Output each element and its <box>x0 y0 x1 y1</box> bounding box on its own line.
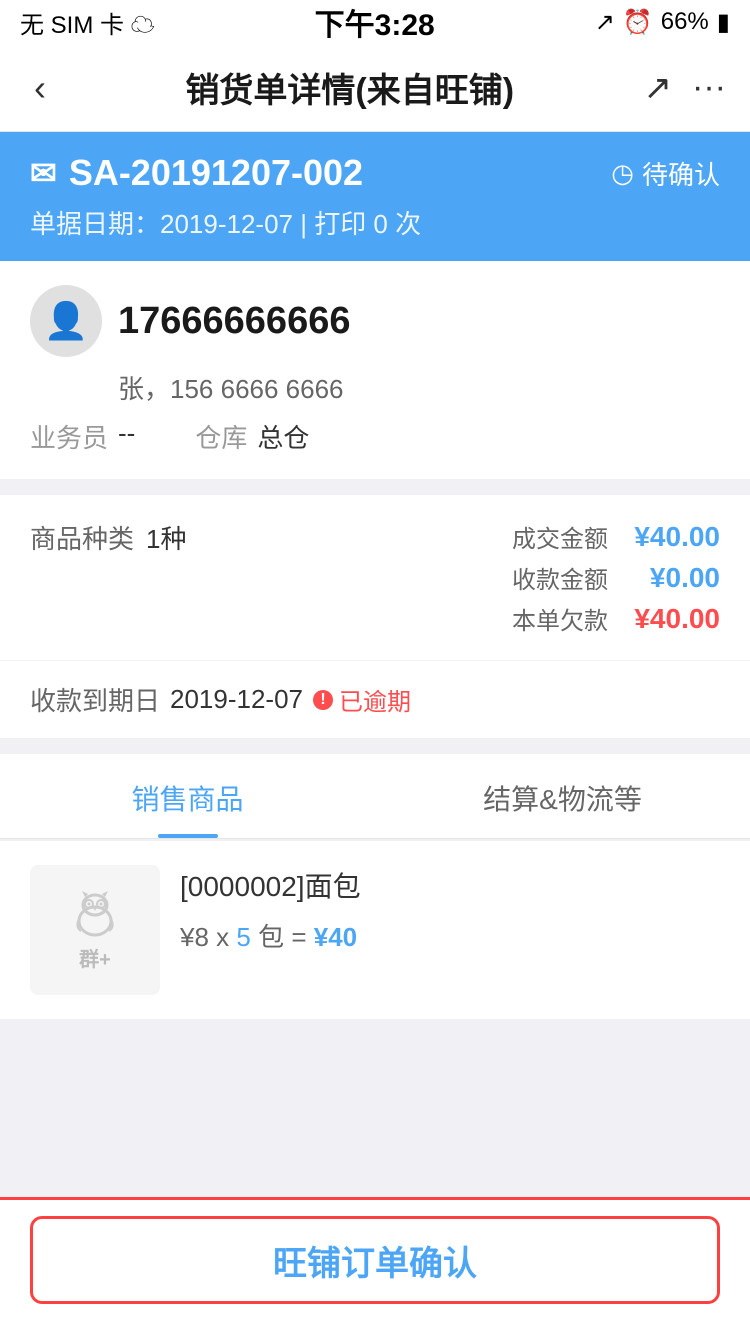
goods-type-value: 1种 <box>146 519 186 556</box>
owed-row: 本单欠款 ¥40.00 <box>512 601 720 636</box>
customer-name: 张，156 6666 6666 <box>30 369 720 406</box>
price-equals: = <box>291 922 313 952</box>
order-icon: ✉ <box>30 154 57 192</box>
overdue-badge: ! 已逾期 <box>313 682 411 717</box>
due-date-section: 收款到期日 2019-12-07 ! 已逾期 <box>0 660 750 738</box>
goods-type-label: 商品种类 <box>30 519 134 556</box>
order-id: ✉ SA-20191207-002 <box>30 152 363 194</box>
order-header-top: ✉ SA-20191207-002 ◷ 待确认 <box>30 152 720 194</box>
summary-section: 商品种类 1种 成交金额 ¥40.00 收款金额 ¥0.00 本单欠款 ¥40.… <box>0 495 750 660</box>
status-left: 无 SIM 卡 ☁ <box>20 5 155 40</box>
status-bar: 无 SIM 卡 ☁ 下午3:28 ↗ ⏰ 66% ▮ <box>0 0 750 44</box>
summary-left: 商品种类 1种 <box>30 519 186 556</box>
amount-value: ¥40.00 <box>620 521 720 553</box>
customer-phone: 17666666666 <box>118 300 350 343</box>
product-thumbnail: 群+ <box>30 865 160 995</box>
overdue-dot-icon: ! <box>313 690 333 710</box>
salesman-meta: 业务员 -- <box>30 418 135 455</box>
product-price: ¥8 <box>180 922 209 952</box>
avatar: 👤 <box>30 285 102 357</box>
tabs-row: 销售商品 结算&物流等 <box>0 754 750 838</box>
order-status: ◷ 待确认 <box>611 155 720 192</box>
warehouse-label: 仓库 <box>195 418 247 455</box>
alarm-icon: ⏰ <box>623 8 653 37</box>
owed-value: ¥40.00 <box>620 603 720 635</box>
product-price-line: ¥8 x 5 包 = ¥40 <box>180 917 720 954</box>
salesman-label: 业务员 <box>30 418 108 455</box>
confirm-order-button[interactable]: 旺铺订单确认 <box>30 1216 720 1304</box>
battery-icon: ▮ <box>717 8 730 37</box>
customer-top: 👤 17666666666 <box>30 285 720 357</box>
product-item: 群+ [0000002]面包 ¥8 x 5 包 = ¥40 <box>30 865 720 995</box>
order-date: 单据日期：2019-12-07 | 打印 0 次 <box>30 204 720 241</box>
product-info: [0000002]面包 ¥8 x 5 包 = ¥40 <box>180 865 720 954</box>
share-button[interactable]: ↗ <box>644 68 673 108</box>
overdue-text: 已逾期 <box>339 682 411 717</box>
back-button[interactable]: ‹ <box>24 57 56 119</box>
price-multiply: x <box>216 922 236 952</box>
product-total: ¥40 <box>314 922 357 952</box>
status-right: ↗ ⏰ 66% ▮ <box>595 8 730 37</box>
product-qty: 5 <box>236 922 250 952</box>
warehouse-value: 总仓 <box>257 418 309 455</box>
received-row: 收款金额 ¥0.00 <box>512 560 720 595</box>
tab-sales-goods[interactable]: 销售商品 <box>0 754 375 838</box>
summary-right: 成交金额 ¥40.00 收款金额 ¥0.00 本单欠款 ¥40.00 <box>512 519 720 636</box>
product-unit: 包 <box>258 922 284 952</box>
product-name: [0000002]面包 <box>180 865 720 905</box>
bottom-action-bar: 旺铺订单确认 <box>0 1197 750 1334</box>
location-icon: ↗ <box>595 8 615 37</box>
product-section: 群+ [0000002]面包 ¥8 x 5 包 = ¥40 <box>0 841 750 1019</box>
due-label: 收款到期日 <box>30 681 160 718</box>
tabs-section: 销售商品 结算&物流等 <box>0 754 750 839</box>
received-label: 收款金额 <box>512 560 608 595</box>
nav-actions: ↗ ··· <box>644 68 726 108</box>
customer-meta: 业务员 -- 仓库 总仓 <box>30 418 720 455</box>
bottom-spacer <box>0 1019 750 1179</box>
tab-settlement[interactable]: 结算&物流等 <box>375 754 750 838</box>
order-id-text: SA-20191207-002 <box>69 152 363 194</box>
brand-logo-icon <box>65 889 125 939</box>
amount-row: 成交金额 ¥40.00 <box>512 519 720 554</box>
status-text: 待确认 <box>642 155 720 192</box>
received-value: ¥0.00 <box>620 562 720 594</box>
battery: 66% <box>661 8 709 36</box>
page-title: 销货单详情(来自旺铺) <box>185 63 514 112</box>
sim-status: 无 SIM 卡 ☁ <box>20 5 155 40</box>
due-date-value: 2019-12-07 <box>170 684 303 715</box>
warehouse-meta: 仓库 总仓 <box>195 418 309 455</box>
goods-type-row: 商品种类 1种 <box>30 519 186 556</box>
summary-grid: 商品种类 1种 成交金额 ¥40.00 收款金额 ¥0.00 本单欠款 ¥40.… <box>30 519 720 636</box>
nav-bar: ‹ 销货单详情(来自旺铺) ↗ ··· <box>0 44 750 132</box>
brand-plus-label: 群+ <box>79 943 111 972</box>
owed-label: 本单欠款 <box>512 601 608 636</box>
amount-label: 成交金额 <box>512 519 608 554</box>
salesman-value: -- <box>118 418 135 455</box>
product-thumb-inner: 群+ <box>30 865 160 995</box>
status-time: 下午3:28 <box>315 0 435 44</box>
customer-section: 👤 17666666666 张，156 6666 6666 业务员 -- 仓库 … <box>0 261 750 479</box>
more-button[interactable]: ··· <box>692 68 726 107</box>
order-header: ✉ SA-20191207-002 ◷ 待确认 单据日期：2019-12-07 … <box>0 132 750 261</box>
status-clock-icon: ◷ <box>611 158 634 189</box>
avatar-icon: 👤 <box>44 300 89 342</box>
